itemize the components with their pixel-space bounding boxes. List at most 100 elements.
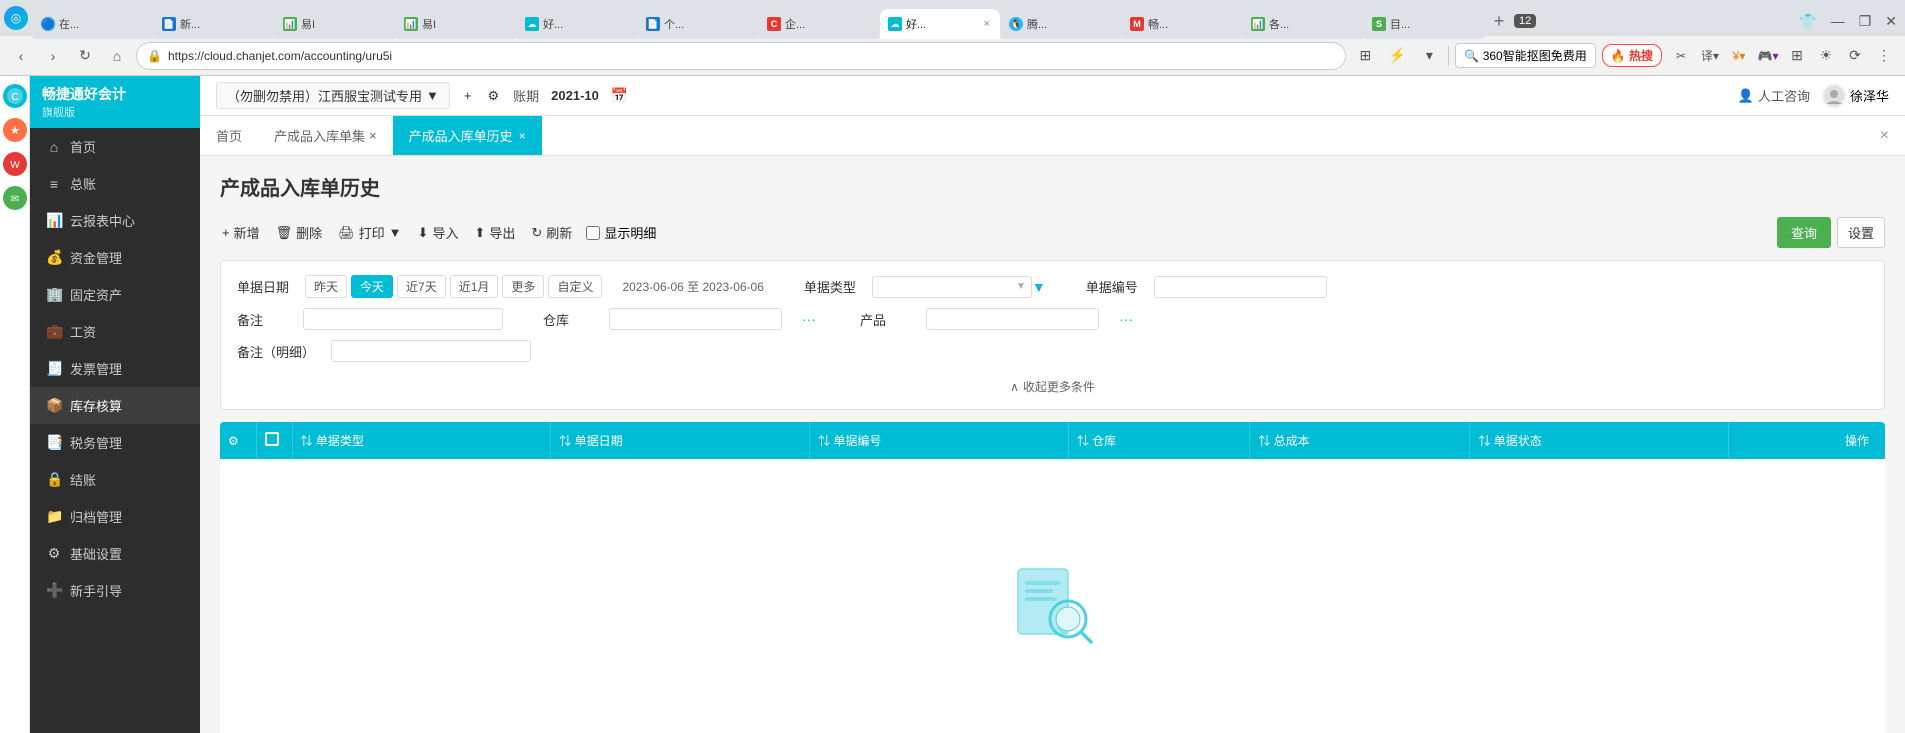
tab-close-8[interactable]: × [982, 18, 992, 30]
maximize-button[interactable]: ❐ [1855, 11, 1876, 32]
tab-6[interactable]: 📄 个... [638, 9, 758, 39]
green-app-icon[interactable]: ✉ [3, 186, 27, 210]
scissors-icon[interactable]: ✂ [1668, 43, 1694, 69]
breadcrumb-list-close[interactable]: × [369, 128, 377, 143]
service-button[interactable]: 👤 人工咨询 [1738, 86, 1810, 105]
th-cost[interactable]: ⇅ 总成本 [1250, 422, 1470, 459]
close-window-button[interactable]: ✕ [1881, 11, 1901, 32]
warehouse-dots[interactable]: ··· [798, 311, 820, 327]
sidebar-item-closing[interactable]: 🔒 结账 [30, 461, 200, 498]
tab-3[interactable]: 📊 易I [275, 9, 395, 39]
th-status[interactable]: ⇅ 单据状态 [1470, 422, 1729, 459]
type-select[interactable] [872, 276, 1032, 298]
sidebar-item-inventory[interactable]: 📦 库存核算 [30, 387, 200, 424]
grid-button[interactable]: ⊞ [1784, 43, 1810, 69]
tab-favicon-8: ☁ [888, 17, 902, 31]
th-checkbox[interactable] [256, 422, 292, 459]
sidebar-item-archive[interactable]: 📁 归档管理 [30, 498, 200, 535]
tab-11[interactable]: 📊 各... [1243, 9, 1363, 39]
lightning-button[interactable]: ⚡ [1384, 43, 1410, 69]
remark-input[interactable] [303, 308, 503, 330]
delete-button[interactable]: 🗑 删除 [274, 219, 325, 246]
forward-button[interactable]: › [40, 43, 66, 69]
date-btn-yesterday[interactable]: 昨天 [305, 275, 347, 298]
refresh-button[interactable]: ↻ 刷新 [529, 219, 574, 246]
query-button[interactable]: 查询 [1777, 217, 1831, 248]
minimize-button[interactable]: — [1827, 11, 1849, 31]
tab-9[interactable]: 🐧 腾... [1001, 9, 1121, 39]
tab-5[interactable]: ☁ 好... [517, 9, 637, 39]
chanjet-logo-icon[interactable]: C [3, 84, 27, 108]
address-bar[interactable]: 🔒 https://cloud.chanjet.com/accounting/u… [136, 42, 1346, 70]
sidebar-item-fixed-assets[interactable]: 🏢 固定资产 [30, 276, 200, 313]
tab-8-active[interactable]: ☁ 好... × [880, 9, 1000, 39]
tab-4[interactable]: 📊 易I [396, 9, 516, 39]
game-button[interactable]: 🎮▾ [1755, 43, 1781, 69]
sidebar-item-home[interactable]: ⌂ 首页 [30, 128, 200, 165]
number-input[interactable] [1154, 276, 1327, 298]
gear-settings-icon[interactable]: ⚙ [228, 434, 239, 448]
display-cols-checkbox[interactable] [586, 226, 600, 240]
print-button[interactable]: 🖨 打印 ▼ [336, 219, 403, 246]
sidebar-item-tax[interactable]: 📑 税务管理 [30, 424, 200, 461]
date-btn-custom[interactable]: 自定义 [548, 275, 602, 298]
select-all-checkbox[interactable] [265, 432, 279, 446]
red-app-icon[interactable]: W [3, 152, 27, 176]
product-input[interactable] [926, 308, 1099, 330]
breadcrumb-list-tab[interactable]: 产成品入库单集 × [258, 116, 393, 155]
th-warehouse[interactable]: ⇅ 仓库 [1068, 422, 1249, 459]
more-menu-button[interactable]: ⋮ [1871, 43, 1897, 69]
sidebar-item-invoice[interactable]: 🧾 发票管理 [30, 350, 200, 387]
tab-12[interactable]: S 目... [1364, 9, 1484, 39]
th-gear[interactable]: ⚙ [220, 422, 256, 459]
export-button[interactable]: ⬆ 导出 [472, 219, 517, 246]
settings-button[interactable]: ⚙ [485, 84, 501, 108]
reload-button[interactable]: ↻ [72, 43, 98, 69]
tab-10[interactable]: M 畅... [1122, 9, 1242, 39]
company-selector[interactable]: （勿删勿禁用）江西服宝测试专用 ▼ [216, 82, 450, 109]
hot-search-button[interactable]: 🔥 热搜 [1602, 44, 1662, 67]
breadcrumb-home[interactable]: 首页 [200, 116, 258, 155]
breadcrumb-history-tab[interactable]: 产成品入库单历史 × [393, 116, 542, 155]
th-date[interactable]: ⇅ 单据日期 [551, 422, 810, 459]
display-cols-toggle[interactable]: 显示明细 [586, 223, 656, 242]
tab-7[interactable]: C 企... [759, 9, 879, 39]
extensions-button[interactable]: ⊞ [1352, 43, 1378, 69]
back-button[interactable]: ‹ [8, 43, 34, 69]
date-btn-today[interactable]: 今天 [351, 275, 393, 298]
currency-button[interactable]: ¥▾ [1726, 43, 1752, 69]
sidebar-item-payroll[interactable]: 💼 工资 [30, 313, 200, 350]
remark-detail-input[interactable] [331, 340, 531, 362]
settings-btn[interactable]: 设置 [1837, 217, 1885, 248]
date-btn-7days[interactable]: 近7天 [397, 275, 446, 298]
translate-button[interactable]: 译▾ [1697, 43, 1723, 69]
sidebar-item-funds[interactable]: 💰 资金管理 [30, 239, 200, 276]
sync-button[interactable]: ⟳ [1842, 43, 1868, 69]
user-profile[interactable]: 徐泽华 [1822, 84, 1889, 108]
breadcrumb-history-close[interactable]: × [519, 129, 526, 143]
tab-2[interactable]: 📄 新... [154, 9, 274, 39]
import-button[interactable]: ⬇ 导入 [416, 219, 461, 246]
th-type[interactable]: ⇅ 单据类型 [292, 422, 551, 459]
collapse-button[interactable]: ∧ 收起更多条件 [1010, 378, 1095, 395]
add-company-button[interactable]: + [462, 84, 474, 107]
sidebar-item-reports[interactable]: 📊 云报表中心 [30, 202, 200, 239]
calendar-icon[interactable]: 📅 [611, 87, 628, 104]
orange-app-icon[interactable]: ★ [3, 118, 27, 142]
search-bar-input[interactable]: 🔍 360智能抠图免费用 [1455, 43, 1595, 68]
product-dots[interactable]: ··· [1115, 311, 1137, 327]
th-number[interactable]: ⇅ 单据编号 [810, 422, 1069, 459]
date-btn-1month[interactable]: 近1月 [450, 275, 499, 298]
new-tab-button[interactable]: + [1485, 7, 1513, 35]
tab-1[interactable]: 🔵 在... [33, 9, 153, 39]
theme-button[interactable]: ☀ [1813, 43, 1839, 69]
home-button[interactable]: ⌂ [104, 43, 130, 69]
warehouse-input[interactable] [609, 308, 782, 330]
date-btn-more[interactable]: 更多 [502, 275, 544, 298]
sidebar-item-new-account[interactable]: ➕ 新手引导 [30, 572, 200, 609]
close-panel-button[interactable]: × [1864, 127, 1905, 145]
dropdown-button[interactable]: ▾ [1416, 43, 1442, 69]
sidebar-item-basic[interactable]: ⚙ 基础设置 [30, 535, 200, 572]
sidebar-item-ledger[interactable]: ≡ 总账 [30, 165, 200, 202]
add-button[interactable]: + 新增 [220, 219, 262, 246]
